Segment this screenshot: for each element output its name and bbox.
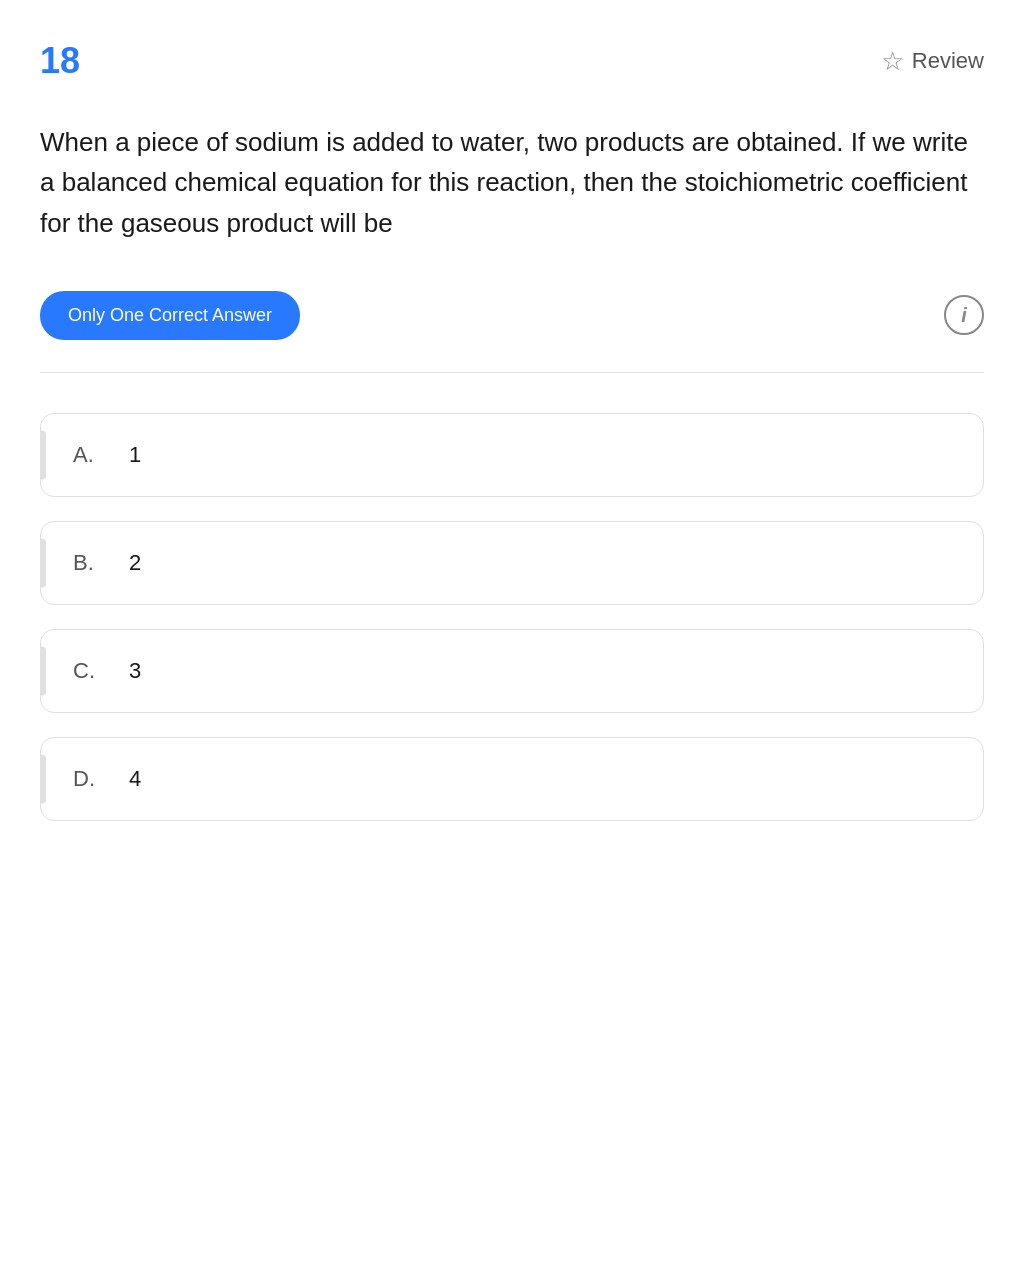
- option-item-b[interactable]: B. 2: [40, 521, 984, 605]
- option-letter-3: D.: [73, 766, 113, 792]
- option-item-a[interactable]: A. 1: [40, 413, 984, 497]
- badge-row: Only One Correct Answer i: [40, 291, 984, 340]
- page-header: 18 ☆ Review: [40, 40, 984, 82]
- option-value-2: 3: [129, 658, 141, 684]
- option-value-0: 1: [129, 442, 141, 468]
- info-icon: i: [961, 304, 967, 327]
- answer-type-badge: Only One Correct Answer: [40, 291, 300, 340]
- review-label: Review: [912, 48, 984, 74]
- info-button[interactable]: i: [944, 295, 984, 335]
- review-button[interactable]: ☆ Review: [881, 46, 984, 77]
- option-letter-2: C.: [73, 658, 113, 684]
- star-icon: ☆: [881, 46, 904, 77]
- divider: [40, 372, 984, 373]
- option-item-c[interactable]: C. 3: [40, 629, 984, 713]
- option-value-3: 4: [129, 766, 141, 792]
- option-value-1: 2: [129, 550, 141, 576]
- question-text: When a piece of sodium is added to water…: [40, 122, 984, 243]
- question-number: 18: [40, 40, 80, 82]
- options-list: A. 1 B. 2 C. 3 D. 4: [40, 413, 984, 821]
- option-letter-1: B.: [73, 550, 113, 576]
- option-letter-0: A.: [73, 442, 113, 468]
- option-item-d[interactable]: D. 4: [40, 737, 984, 821]
